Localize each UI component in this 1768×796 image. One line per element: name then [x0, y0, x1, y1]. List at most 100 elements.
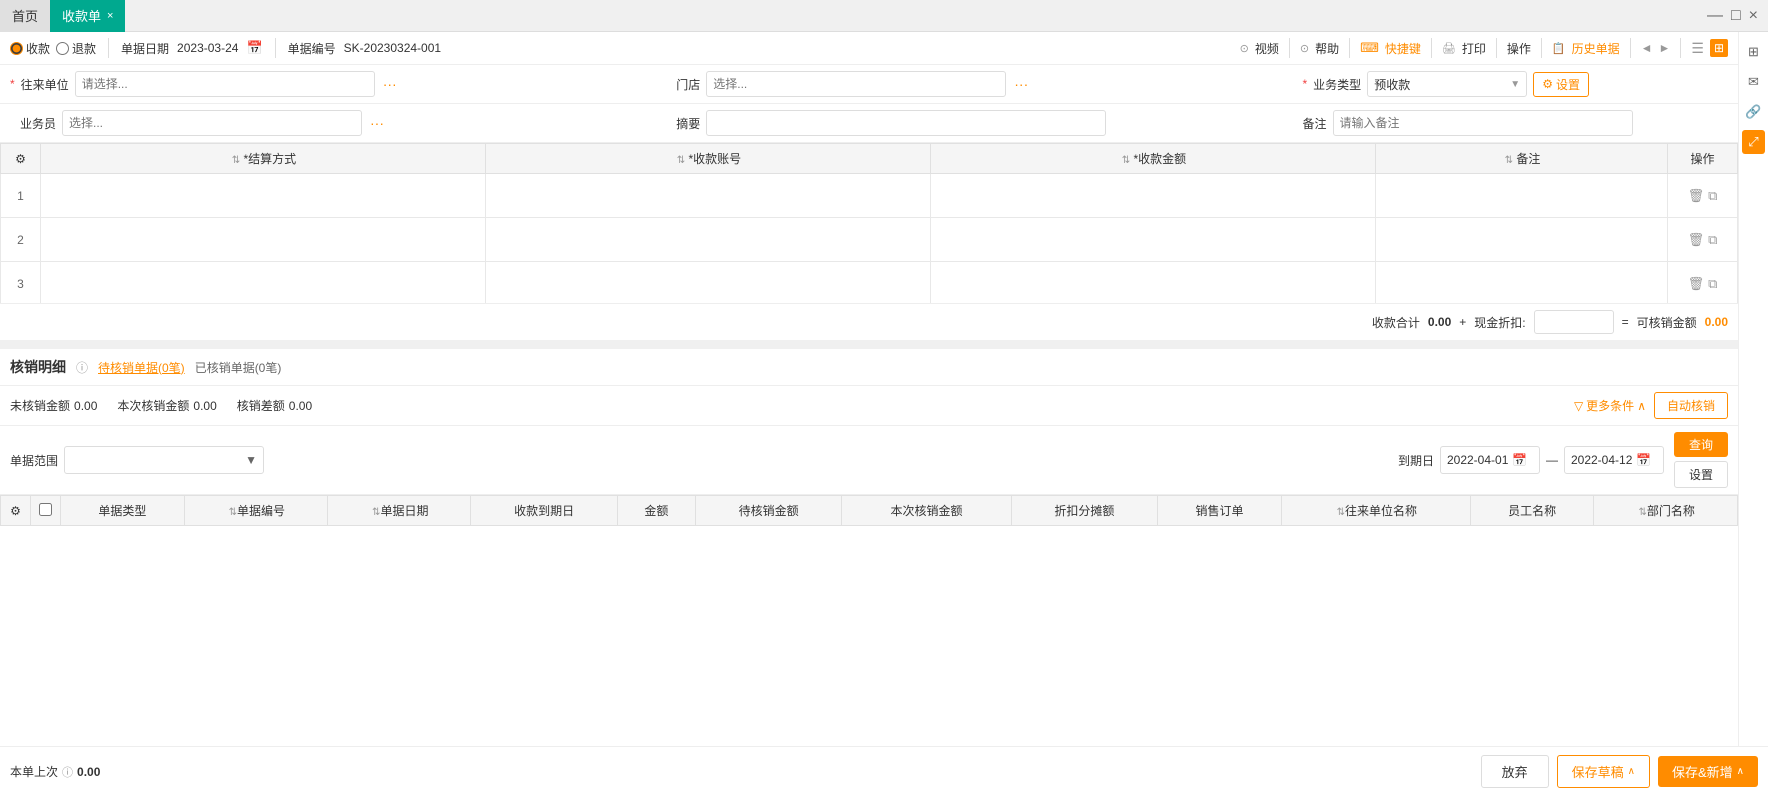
- list-icon[interactable]: ☰: [1691, 40, 1704, 57]
- partner-label: 往来单位: [21, 76, 69, 93]
- help-btn[interactable]: 帮助: [1315, 40, 1339, 57]
- video-btn[interactable]: 视频: [1255, 40, 1279, 57]
- more-conditions-btn[interactable]: ▽ 更多条件 ∧: [1574, 397, 1646, 414]
- query-btn[interactable]: 查询: [1674, 432, 1728, 457]
- save-new-btn[interactable]: 保存&新增 ∧: [1658, 756, 1738, 787]
- row-amount-1[interactable]: [930, 174, 1375, 218]
- store-input[interactable]: [706, 71, 1006, 97]
- settings-btn[interactable]: ⚙ 设置: [1533, 72, 1589, 97]
- tab-receipt[interactable]: 收款单 ×: [50, 0, 125, 32]
- col-amount: 金额: [617, 496, 695, 526]
- delete-row-2-icon[interactable]: 🗑: [1688, 232, 1705, 248]
- row-remark-1[interactable]: [1375, 174, 1667, 218]
- sort-doc-no[interactable]: ⇅: [229, 507, 237, 518]
- partner-more-btn[interactable]: ···: [381, 76, 399, 92]
- prev-icon[interactable]: ◄: [1641, 41, 1653, 55]
- select-all-col[interactable]: [31, 496, 61, 526]
- copy-row-3-icon[interactable]: ⧉: [1708, 276, 1717, 292]
- biz-type-select[interactable]: 预收款 ▼: [1367, 71, 1527, 97]
- operation-btn[interactable]: 操作: [1507, 40, 1531, 57]
- calendar-from-icon[interactable]: 📅: [1512, 453, 1527, 467]
- staff-more-btn[interactable]: ···: [368, 115, 386, 131]
- sidebar-mail-icon[interactable]: ✉: [1744, 70, 1763, 94]
- row-settlement-3[interactable]: [41, 262, 486, 304]
- sidebar-link-icon[interactable]: 🔗: [1741, 100, 1765, 124]
- row-amount-3[interactable]: [930, 262, 1375, 304]
- maximize-icon[interactable]: □: [1731, 7, 1741, 25]
- date-dash: —: [1546, 453, 1558, 467]
- calendar-to-icon[interactable]: 📅: [1636, 453, 1651, 467]
- row-num-1: 1: [1, 174, 41, 218]
- print-btn[interactable]: 打印: [1462, 40, 1486, 57]
- store-label: 门店: [676, 76, 700, 93]
- row-account-1[interactable]: [485, 174, 930, 218]
- grid-icon[interactable]: ⊞: [1710, 39, 1728, 57]
- verification-table: ⚙ 单据类型 ⇅单据编号 ⇅单据日期: [0, 495, 1738, 526]
- store-more-btn[interactable]: ···: [1012, 76, 1030, 92]
- copy-row-1-icon[interactable]: ⧉: [1708, 188, 1717, 204]
- info-icon[interactable]: ⓘ: [76, 359, 88, 376]
- row-account-2[interactable]: [485, 218, 930, 262]
- row-remark-3[interactable]: [1375, 262, 1667, 304]
- minimize-icon[interactable]: —: [1707, 7, 1723, 25]
- done-link[interactable]: 已核销单据(0笔): [195, 359, 282, 376]
- receipt-radio-label[interactable]: 收款: [10, 40, 50, 57]
- sort-icon-amount[interactable]: ⇅: [1122, 155, 1130, 166]
- row-settlement-2[interactable]: [41, 218, 486, 262]
- section-title: 核销明细: [10, 357, 66, 377]
- table-row: 3 🗑 ⧉: [1, 262, 1738, 304]
- row-amount-2[interactable]: [930, 218, 1375, 262]
- table-settings-col[interactable]: ⚙: [1, 144, 41, 174]
- tab-home[interactable]: 首页: [0, 0, 50, 32]
- staff-input[interactable]: [62, 110, 362, 136]
- date-to-input[interactable]: 2022-04-12 📅: [1564, 446, 1664, 474]
- chevron-up-icon: ∧: [1637, 399, 1646, 413]
- filter-setting-btn[interactable]: 设置: [1674, 461, 1728, 488]
- draft-arrow-icon[interactable]: ∧: [1628, 766, 1635, 777]
- row-account-3[interactable]: [485, 262, 930, 304]
- sort-icon-settlement[interactable]: ⇅: [232, 155, 240, 166]
- sort-partner[interactable]: ⇅: [1337, 507, 1345, 518]
- range-label: 单据范围: [10, 452, 58, 469]
- info-circle[interactable]: ⓘ: [62, 764, 73, 780]
- close-tab-icon[interactable]: ×: [107, 10, 113, 22]
- next-icon[interactable]: ►: [1658, 41, 1670, 55]
- close-icon[interactable]: ×: [1749, 7, 1758, 25]
- sort-dept[interactable]: ⇅: [1639, 507, 1647, 518]
- check-col[interactable]: ⚙: [1, 496, 31, 526]
- range-select-arrow: ▼: [245, 453, 257, 467]
- pending-link[interactable]: 待核销单据(0笔): [98, 359, 185, 376]
- refund-radio[interactable]: [56, 42, 69, 55]
- table-settings-2-icon[interactable]: ⚙: [10, 504, 21, 518]
- select-all-checkbox[interactable]: [39, 503, 52, 516]
- save-draft-btn[interactable]: 保存草稿 ∧: [1557, 755, 1650, 788]
- table-settings-icon[interactable]: ⚙: [15, 152, 26, 166]
- row-remark-2[interactable]: [1375, 218, 1667, 262]
- calendar-icon[interactable]: 📅: [246, 40, 262, 56]
- date-from-input[interactable]: 2022-04-01 📅: [1440, 446, 1540, 474]
- bottom-section: 核销明细 ⓘ 待核销单据(0笔) 已核销单据(0笔) 未核销金额 0.00 本次…: [0, 349, 1738, 796]
- summary-input[interactable]: [706, 110, 1106, 136]
- range-select[interactable]: ▼: [64, 446, 264, 474]
- refund-radio-label[interactable]: 退款: [56, 40, 96, 57]
- sort-icon-remark[interactable]: ⇅: [1505, 155, 1513, 166]
- shortcut-btn[interactable]: 快捷键: [1385, 40, 1421, 57]
- partner-input[interactable]: [75, 71, 375, 97]
- delete-row-1-icon[interactable]: 🗑: [1688, 188, 1705, 204]
- sidebar-expand-icon[interactable]: ⤢: [1742, 130, 1764, 154]
- discount-input[interactable]: [1534, 310, 1614, 334]
- history-btn[interactable]: 历史单据: [1572, 40, 1620, 57]
- auto-verification-btn[interactable]: 自动核销: [1654, 392, 1728, 419]
- remark-input[interactable]: [1333, 110, 1633, 136]
- sidebar-table-icon[interactable]: ⊞: [1744, 40, 1763, 64]
- sort-icon-account[interactable]: ⇅: [677, 155, 685, 166]
- discard-btn[interactable]: 放弃: [1481, 755, 1549, 788]
- save-new-arrow-icon[interactable]: ∧: [1737, 766, 1738, 777]
- receipt-radio[interactable]: [10, 42, 23, 55]
- sort-doc-date[interactable]: ⇅: [372, 507, 380, 518]
- tab-home-label: 首页: [12, 6, 38, 25]
- col-doc-date: ⇅单据日期: [328, 496, 471, 526]
- row-settlement-1[interactable]: [41, 174, 486, 218]
- delete-row-3-icon[interactable]: 🗑: [1688, 276, 1705, 292]
- copy-row-2-icon[interactable]: ⧉: [1708, 232, 1717, 248]
